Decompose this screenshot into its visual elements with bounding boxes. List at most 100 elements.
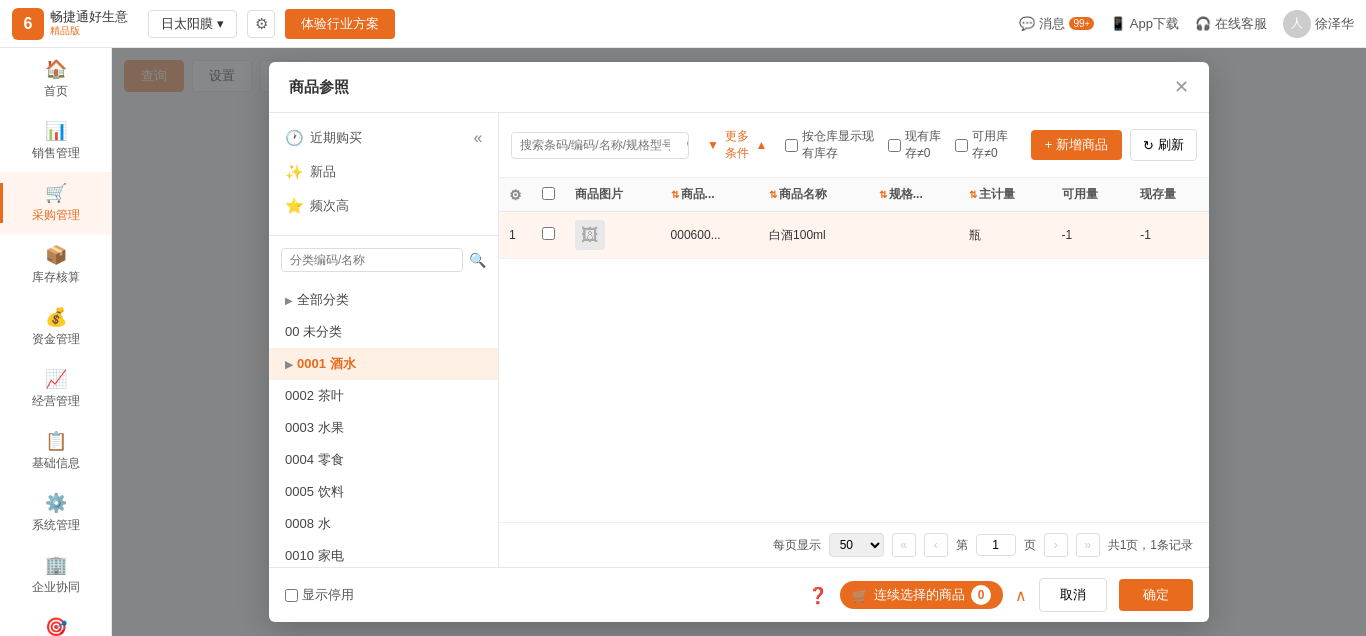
message-label: 消息 bbox=[1039, 15, 1065, 33]
checkbox-warehouse-stock-input[interactable] bbox=[785, 139, 798, 152]
modal-footer: 显示停用 ❓ 🛒 连续选择的商品 0 ∧ 取消 确定 bbox=[269, 567, 1209, 622]
sidebar-item-system[interactable]: ⚙️ 系统管理 bbox=[0, 482, 111, 544]
th-code-label: 商品... bbox=[681, 186, 715, 203]
row-checkbox[interactable] bbox=[542, 227, 555, 240]
th-name-label: 商品名称 bbox=[779, 186, 827, 203]
nav-right: 💬 消息 99+ 📱 App下载 🎧 在线客服 人 徐泽华 bbox=[1019, 10, 1354, 38]
trial-btn[interactable]: 体验行业方案 bbox=[285, 9, 395, 39]
th-spec[interactable]: ⇅ 规格... bbox=[869, 178, 959, 212]
sidebar-item-finance[interactable]: 💰 资金管理 bbox=[0, 296, 111, 358]
last-page-btn[interactable]: » bbox=[1076, 533, 1100, 557]
collab-icon: 🏢 bbox=[45, 554, 67, 576]
sidebar: 🏠 首页 📊 销售管理 🛒 采购管理 📦 库存核算 � bbox=[0, 48, 112, 636]
table-select-all[interactable] bbox=[542, 187, 555, 200]
top-nav: 6 畅捷通好生意 精品版 日太阳膜 ▾ ⚙ 体验行业方案 💬 消息 99+ 📱 … bbox=[0, 0, 1366, 48]
sidebar-item-guide[interactable]: 🎯 新手引导 bbox=[0, 606, 111, 636]
confirm-btn[interactable]: 确定 bbox=[1119, 579, 1193, 611]
sidebar-item-inventory[interactable]: 📦 库存核算 bbox=[0, 234, 111, 296]
tab-new-product[interactable]: ✨ 新品 bbox=[269, 155, 498, 189]
help-icon[interactable]: ❓ bbox=[808, 586, 828, 605]
sidebar-item-home[interactable]: 🏠 首页 bbox=[0, 48, 111, 110]
sidebar-item-wrap-finance: 💰 资金管理 bbox=[0, 296, 111, 358]
product-reference-modal: 商品参照 ✕ 🕐 近期购买 « bbox=[269, 62, 1209, 622]
left-divider bbox=[269, 235, 498, 236]
modal-left-tabs: 🕐 近期购买 « ✨ 新品 ⭐ 频次高 bbox=[269, 113, 498, 231]
cell-available: -1 bbox=[1052, 212, 1131, 259]
checkbox-available-stock[interactable]: 可用库存≠0 bbox=[955, 128, 1014, 162]
cancel-btn[interactable]: 取消 bbox=[1039, 578, 1107, 612]
user-item[interactable]: 人 徐泽华 bbox=[1283, 10, 1354, 38]
first-page-btn[interactable]: « bbox=[892, 533, 916, 557]
th-available: 可用量 bbox=[1052, 178, 1131, 212]
sidebar-item-wrap-inventory: 📦 库存核算 bbox=[0, 234, 111, 296]
th-unit[interactable]: ⇅ 主计量 bbox=[959, 178, 1052, 212]
search-icon[interactable]: 🔍 bbox=[469, 252, 486, 268]
th-spec-label: 规格... bbox=[889, 186, 923, 203]
tree-item-00[interactable]: 00 未分类 bbox=[269, 316, 498, 348]
phone-icon: 📱 bbox=[1110, 16, 1126, 31]
message-icon: 💬 bbox=[1019, 16, 1035, 31]
tree-item-0003[interactable]: 0003 水果 bbox=[269, 412, 498, 444]
checkbox-warehouse-stock[interactable]: 按仓库显示现有库存 bbox=[785, 128, 880, 162]
pagination-info: 共1页，1条记录 bbox=[1108, 537, 1193, 554]
table-row[interactable]: 1 🖼 000600... 白酒100ml bbox=[499, 212, 1209, 259]
cell-checkbox[interactable] bbox=[532, 212, 565, 259]
sidebar-item-wrap-basic: 📋 基础信息 bbox=[0, 420, 111, 482]
show-disabled-input[interactable] bbox=[285, 589, 298, 602]
sidebar-item-operations[interactable]: 📈 经营管理 bbox=[0, 358, 111, 420]
category-search-input[interactable] bbox=[281, 248, 463, 272]
next-page-btn[interactable]: › bbox=[1044, 533, 1068, 557]
tab-frequent[interactable]: ⭐ 频次高 bbox=[269, 189, 498, 223]
modal-close-btn[interactable]: ✕ bbox=[1174, 76, 1189, 98]
checkbox-existing-stock[interactable]: 现有库存≠0 bbox=[888, 128, 947, 162]
sidebar-item-wrap-collab: 🏢 企业协同 bbox=[0, 544, 111, 606]
refresh-icon: ↻ bbox=[1143, 138, 1154, 153]
page-input[interactable] bbox=[976, 534, 1016, 556]
sidebar-item-sales[interactable]: 📊 销售管理 bbox=[0, 110, 111, 172]
table-settings-icon[interactable]: ⚙ bbox=[509, 187, 522, 203]
filter-icon: ▼ bbox=[707, 138, 719, 152]
more-filter-btn[interactable]: ▼ 更多条件 ▲ bbox=[697, 123, 777, 167]
add-product-label: + 新增商品 bbox=[1045, 136, 1108, 154]
add-product-btn[interactable]: + 新增商品 bbox=[1031, 130, 1122, 160]
online-service-item[interactable]: 🎧 在线客服 bbox=[1195, 15, 1267, 33]
show-disabled-checkbox[interactable]: 显示停用 bbox=[285, 586, 354, 604]
footer-collapse-icon[interactable]: ∧ bbox=[1015, 586, 1027, 605]
tree-item-0001[interactable]: ▶ 0001 酒水 bbox=[269, 348, 498, 380]
tree-item-0002[interactable]: 0002 茶叶 bbox=[269, 380, 498, 412]
prev-page-btn[interactable]: ‹ bbox=[924, 533, 948, 557]
collapse-icon[interactable]: « bbox=[466, 126, 490, 150]
sidebar-item-basic[interactable]: 📋 基础信息 bbox=[0, 420, 111, 482]
checkbox-existing-stock-input[interactable] bbox=[888, 139, 901, 152]
cart-btn[interactable]: 🛒 连续选择的商品 0 bbox=[840, 581, 1003, 609]
store-selector[interactable]: 日太阳膜 ▾ bbox=[148, 10, 237, 38]
th-settings[interactable]: ⚙ bbox=[499, 178, 532, 212]
per-page-select[interactable]: 10 20 50 100 bbox=[829, 533, 884, 557]
table-header-row: ⚙ 商品图片 ⇅ bbox=[499, 178, 1209, 212]
th-code[interactable]: ⇅ 商品... bbox=[661, 178, 759, 212]
app-download-item[interactable]: 📱 App下载 bbox=[1110, 15, 1179, 33]
th-name[interactable]: ⇅ 商品名称 bbox=[759, 178, 869, 212]
sidebar-item-wrap-purchase: 🛒 采购管理 bbox=[0, 172, 111, 234]
sidebar-item-collab[interactable]: 🏢 企业协同 bbox=[0, 544, 111, 606]
tree-item-0008[interactable]: 0008 水 bbox=[269, 508, 498, 540]
cell-img: 🖼 bbox=[565, 212, 661, 259]
product-search-input[interactable] bbox=[512, 133, 678, 157]
refresh-btn[interactable]: ↻ 刷新 bbox=[1130, 129, 1197, 161]
logo-area: 6 畅捷通好生意 精品版 bbox=[12, 8, 132, 40]
checkbox-available-stock-input[interactable] bbox=[955, 139, 968, 152]
tab-recent-purchase[interactable]: 🕐 近期购买 bbox=[269, 121, 378, 155]
tree-item-0004[interactable]: 0004 零食 bbox=[269, 444, 498, 476]
modal-overlay: 商品参照 ✕ 🕐 近期购买 « bbox=[112, 48, 1366, 636]
tree-item-all[interactable]: ▶ 全部分类 bbox=[269, 284, 498, 316]
modal-body: 🕐 近期购买 « ✨ 新品 ⭐ 频次高 bbox=[269, 113, 1209, 567]
product-search-icon[interactable]: 🔍 bbox=[678, 133, 689, 158]
tree-item-0010[interactable]: 0010 家电 bbox=[269, 540, 498, 567]
tree-item-0005[interactable]: 0005 饮料 bbox=[269, 476, 498, 508]
sidebar-item-purchase[interactable]: 🛒 采购管理 bbox=[0, 172, 111, 234]
messages-item[interactable]: 💬 消息 99+ bbox=[1019, 15, 1093, 33]
message-badge: 99+ bbox=[1069, 17, 1093, 30]
sidebar-item-wrap-sales: 📊 销售管理 bbox=[0, 110, 111, 172]
gear-icon[interactable]: ⚙ bbox=[247, 10, 275, 38]
modal-header: 商品参照 ✕ bbox=[269, 62, 1209, 113]
